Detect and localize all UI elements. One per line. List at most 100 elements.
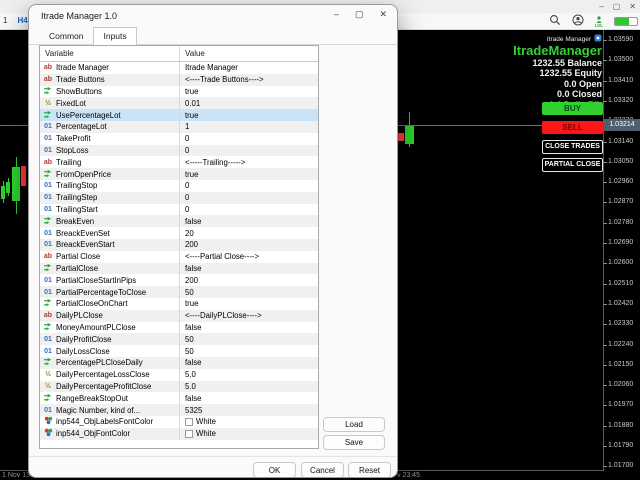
- param-value-cell[interactable]: false: [180, 215, 318, 227]
- table-row[interactable]: ab Trailing <-----Trailing----->: [40, 156, 318, 169]
- ok-button[interactable]: OK: [253, 462, 296, 477]
- param-value-cell[interactable]: 200: [180, 239, 318, 251]
- maximize-icon[interactable]: ▢: [613, 0, 621, 13]
- table-row[interactable]: 01 TrailingStart 0: [40, 203, 318, 216]
- param-value-cell[interactable]: false: [180, 322, 318, 334]
- param-value-cell[interactable]: <----DailyPLClose---->: [180, 310, 318, 322]
- timeframe-h4-button[interactable]: H4: [17, 16, 27, 25]
- table-row[interactable]: 01 Magic Number, kind of... 5325: [40, 404, 318, 416]
- buy-button[interactable]: BUY: [542, 102, 603, 115]
- table-row[interactable]: MoneyAmountPLClose false: [40, 321, 318, 334]
- table-row[interactable]: RangeBreakStopOut false: [40, 392, 318, 405]
- param-value-cell[interactable]: 50: [180, 333, 318, 345]
- param-value-cell[interactable]: 0: [180, 192, 318, 204]
- param-value-cell[interactable]: 0.01: [180, 97, 318, 109]
- sell-button[interactable]: SELL: [542, 121, 603, 134]
- close-trades-button[interactable]: CLOSE TRADES: [542, 140, 603, 154]
- table-row[interactable]: 01 PartialCloseStartInPips 200: [40, 274, 318, 287]
- param-value-cell[interactable]: 0: [180, 204, 318, 216]
- param-value-cell[interactable]: 0: [180, 180, 318, 192]
- table-row[interactable]: ab Partial Close <----Partial Close---->: [40, 250, 318, 263]
- param-value-cell[interactable]: false: [180, 263, 318, 275]
- dialog-close-icon[interactable]: ✕: [379, 9, 387, 20]
- table-row[interactable]: ab Itrade Manager Itrade Manager: [40, 62, 318, 74]
- table-row[interactable]: 01 PartialPercentageToClose 50: [40, 286, 318, 298]
- param-value-cell[interactable]: 200: [180, 274, 318, 286]
- integer-type-icon: 01: [44, 347, 52, 355]
- table-row[interactable]: PercentagePLCloseDaily false: [40, 356, 318, 369]
- param-value-cell[interactable]: true: [180, 109, 318, 121]
- account-icon[interactable]: [572, 13, 584, 31]
- param-value-cell[interactable]: 0: [180, 145, 318, 157]
- table-row[interactable]: 01 BreackEvenSet 20: [40, 227, 318, 239]
- candlestick: [12, 167, 20, 201]
- save-button[interactable]: Save: [323, 435, 385, 450]
- table-row[interactable]: inp544_ObjFontColor White: [40, 427, 318, 440]
- param-value-cell[interactable]: 50: [180, 345, 318, 357]
- level-indicator-icon[interactable]: LVL: [595, 15, 603, 28]
- close-icon[interactable]: ✕: [629, 0, 636, 13]
- param-name-cell: ½ DailyPercentageProfitClose: [40, 380, 180, 393]
- table-row[interactable]: ShowButtons true: [40, 85, 318, 98]
- param-value-cell[interactable]: 50: [180, 286, 318, 298]
- load-button[interactable]: Load: [323, 417, 385, 432]
- column-header-variable[interactable]: Variable: [40, 46, 180, 61]
- param-value-cell[interactable]: false: [180, 357, 318, 369]
- table-row[interactable]: ½ FixedLot 0.01: [40, 97, 318, 110]
- reset-button[interactable]: Reset: [348, 462, 391, 477]
- param-value-cell[interactable]: White: [180, 416, 318, 428]
- param-value-cell[interactable]: true: [180, 298, 318, 310]
- table-row[interactable]: BreakEven false: [40, 215, 318, 228]
- param-value-cell[interactable]: 5325: [180, 404, 318, 416]
- tab-inputs[interactable]: Inputs: [93, 27, 137, 45]
- column-header-value[interactable]: Value: [180, 46, 318, 61]
- integer-type-icon: 01: [44, 182, 52, 190]
- cancel-button[interactable]: Cancel: [301, 462, 344, 477]
- table-row[interactable]: inp544_ObjLabelsFontColor White: [40, 415, 318, 428]
- param-value: 0: [185, 204, 190, 214]
- param-value-cell[interactable]: <----Partial Close---->: [180, 251, 318, 263]
- param-value-cell[interactable]: true: [180, 168, 318, 180]
- param-name-cell: inp544_ObjFontColor: [40, 427, 180, 440]
- param-value-cell[interactable]: White: [180, 428, 318, 440]
- table-row[interactable]: 01 DailyLossClose 50: [40, 345, 318, 357]
- param-value-cell[interactable]: 20: [180, 227, 318, 239]
- param-value-cell[interactable]: <----Trade Buttons---->: [180, 74, 318, 86]
- color-swatch[interactable]: [185, 417, 193, 426]
- minimize-icon[interactable]: –: [599, 0, 603, 13]
- color-swatch[interactable]: [185, 429, 193, 438]
- dialog-maximize-icon[interactable]: ▢: [355, 9, 364, 20]
- table-row[interactable]: ½ DailyPercentageProfitClose 5.0: [40, 380, 318, 393]
- table-row[interactable]: 01 StopLoss 0: [40, 144, 318, 157]
- param-value-cell[interactable]: true: [180, 86, 318, 98]
- table-row[interactable]: 01 TrailingStop 0: [40, 179, 318, 192]
- param-value-cell[interactable]: 5.0: [180, 369, 318, 381]
- param-value-cell[interactable]: Itrade Manager: [180, 62, 318, 74]
- table-row[interactable]: PartialClose false: [40, 262, 318, 275]
- tab-common[interactable]: Common: [39, 27, 93, 44]
- search-icon[interactable]: [549, 13, 561, 31]
- dialog-titlebar[interactable]: Itrade Manager 1.0 – ▢ ✕: [29, 5, 397, 27]
- table-row[interactable]: ½ DailyPercentageLossClose 5.0: [40, 368, 318, 381]
- table-row[interactable]: FromOpenPrice true: [40, 168, 318, 180]
- table-row[interactable]: 01 TakeProfit 0: [40, 132, 318, 145]
- param-value-cell[interactable]: <-----Trailing----->: [180, 156, 318, 168]
- candlestick: [21, 166, 26, 186]
- param-value-cell[interactable]: 0: [180, 133, 318, 145]
- table-row[interactable]: ab DailyPLClose <----DailyPLClose---->: [40, 309, 318, 322]
- table-row[interactable]: PartialCloseOnChart true: [40, 297, 318, 310]
- timeframe-button[interactable]: 1: [3, 16, 7, 25]
- param-value-cell[interactable]: 5.0: [180, 381, 318, 393]
- dialog-minimize-icon[interactable]: –: [334, 9, 339, 20]
- table-row[interactable]: 01 TrailingStep 0: [40, 191, 318, 204]
- table-row[interactable]: ab Trade Buttons <----Trade Buttons---->: [40, 73, 318, 86]
- table-row[interactable]: UsePercentageLot true: [40, 109, 318, 121]
- param-value-cell[interactable]: false: [180, 392, 318, 404]
- partial-close-button[interactable]: PARTIAL CLOSE: [542, 158, 603, 172]
- table-row[interactable]: 01 DailyProfitClose 50: [40, 333, 318, 346]
- param-value-cell[interactable]: 1: [180, 121, 318, 133]
- table-row[interactable]: 01 BreackEvenStart 200: [40, 238, 318, 251]
- param-table[interactable]: Variable Value ab Itrade Manager Itrade Ma…: [39, 45, 319, 449]
- param-value: <----DailyPLClose---->: [185, 311, 262, 321]
- table-row[interactable]: 01 PercentageLot 1: [40, 120, 318, 133]
